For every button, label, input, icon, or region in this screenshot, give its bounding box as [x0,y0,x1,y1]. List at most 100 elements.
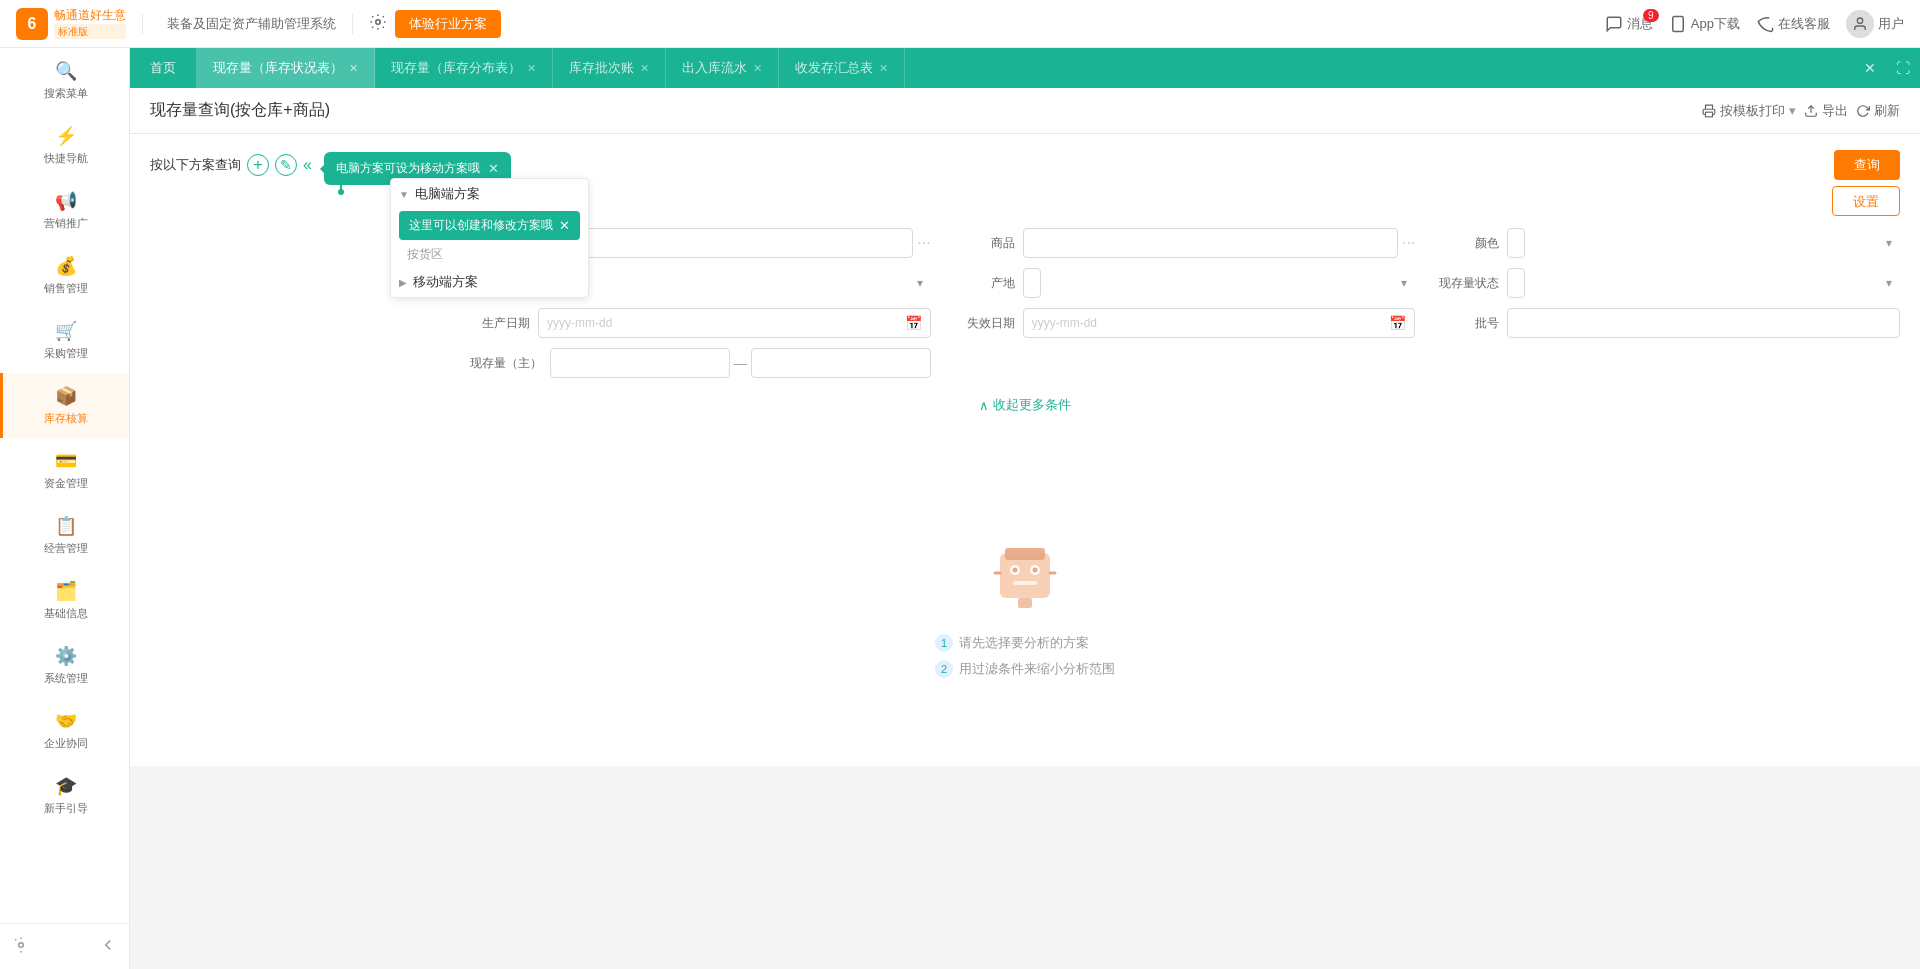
btn-query[interactable]: 查询 [1834,150,1900,180]
top-bar: 6 畅通道好生意 标准版 装备及固定资产辅助管理系统 体验行业方案 [0,0,1920,48]
tab-inventory-dist[interactable]: 现存量（库存分布表） ✕ [375,48,553,88]
query-actions: 查询 设置 [1832,150,1900,216]
sidebar-item-sales[interactable]: 💰销售管理 [0,243,129,308]
production-date-icon[interactable]: 📅 [905,315,922,331]
empty-icon [975,518,1075,618]
sidebar-item-nav[interactable]: ⚡快捷导航 [0,113,129,178]
purchase-icon: 🛒 [55,320,77,342]
sidebar-item-purchase[interactable]: 🛒采购管理 [0,308,129,373]
sidebar-item-label-system: 系统管理 [44,671,88,686]
filter-production-date: 生产日期 yyyy-mm-dd 📅 [470,308,931,338]
warehouse-dots[interactable]: ··· [917,234,930,252]
tab1-close[interactable]: ✕ [349,62,358,75]
sidebar-item-finance[interactable]: 💳资金管理 [0,438,129,503]
divider1 [142,14,143,34]
btn-refresh[interactable]: 刷新 [1856,102,1900,120]
tip2-text: 用过滤条件来缩小分析范围 [959,660,1115,678]
guide-icon: 🎓 [55,775,77,797]
tab-inventory-status[interactable]: 现存量（库存状况表） ✕ [197,48,375,88]
svg-rect-16 [1018,598,1032,608]
warehouse-input[interactable] [538,228,913,258]
tooltip1-close[interactable]: ✕ [488,161,499,176]
stock-main-from[interactable] [550,348,730,378]
tab-batch[interactable]: 库存批次账 ✕ [553,48,666,88]
filter-origin: 产地 [955,268,1416,298]
scheme-computer-item[interactable]: ▼ 电脑端方案 [391,179,588,209]
sidebar-item-label-enterprise: 企业协同 [44,736,88,751]
sidebar-item-label-inventory: 库存核算 [44,411,88,426]
sidebar-item-label-basics: 基础信息 [44,606,88,621]
btn-export[interactable]: 导出 [1804,102,1848,120]
stock-main-range: — [550,348,931,378]
logo-line1: 畅通道好生意 [54,8,126,24]
btn-reset[interactable]: 设置 [1832,186,1900,216]
svg-point-4 [19,943,24,948]
settings-icon-btn[interactable] [12,936,30,957]
tab-bar: 首页 现存量（库存状况表） ✕ 现存量（库存分布表） ✕ 库存批次账 ✕ 出入库… [130,48,1920,88]
stock-main-to[interactable] [751,348,931,378]
operations-icon: 📋 [55,515,77,537]
color-label: 颜色 [1439,235,1499,252]
tab3-close[interactable]: ✕ [640,62,649,75]
tooltip2-close[interactable]: ✕ [559,218,570,233]
tab-flow[interactable]: 出入库流水 ✕ [666,48,779,88]
tab-close-all[interactable]: ✕ [1854,60,1886,76]
sidebar-item-guide[interactable]: 🎓新手引导 [0,763,129,828]
stock-status-select[interactable] [1507,268,1525,298]
tab-home[interactable]: 首页 [130,48,197,88]
goods-input[interactable] [1023,228,1398,258]
scheme-mobile-item[interactable]: ▶ 移动端方案 [391,267,588,297]
batch-input[interactable] [1507,308,1900,338]
origin-select[interactable] [1023,268,1041,298]
filter-batch: 批号 [1439,308,1900,338]
online-service-btn[interactable]: 在线客服 [1756,15,1830,33]
sidebar-item-basics[interactable]: 🗂️ 基础信息 [0,568,129,633]
sidebar-item-marketing[interactable]: 📢营销推广 [0,178,129,243]
logo-icon: 6 [16,8,48,40]
tab-fullscreen[interactable]: ⛶ [1886,60,1920,76]
filter-label: 按以下方案查询 [150,156,241,174]
filter-goods: 商品 ··· [955,228,1416,258]
gear-icon-btn[interactable] [369,13,387,34]
origin-label: 产地 [955,275,1015,292]
add-scheme-btn[interactable]: + [247,154,269,176]
page-content: 现存量查询(按仓库+商品) 按模板打印 ▾ [130,88,1920,969]
tip1-item: 1 请先选择要分析的方案 [935,634,1115,652]
page-header: 现存量查询(按仓库+商品) 按模板打印 ▾ [130,88,1920,134]
message-icon-btn[interactable]: 消息 9 [1605,15,1653,33]
goods-dots[interactable]: ··· [1402,234,1415,252]
sidebar-item-enterprise[interactable]: 🤝企业协同 [0,698,129,763]
tab2-close[interactable]: ✕ [527,62,536,75]
user-area[interactable]: 用户 [1846,10,1904,38]
tab5-close[interactable]: ✕ [879,62,888,75]
tip2-item: 2 用过滤条件来缩小分析范围 [935,660,1115,678]
btn-collapse[interactable]: ∧ 收起更多条件 [979,396,1071,414]
expiry-date-input[interactable]: yyyy-mm-dd 📅 [1023,308,1416,338]
tab-summary[interactable]: 收发存汇总表 ✕ [779,48,905,88]
collapse-row: ∧ 收起更多条件 [150,388,1900,422]
sidebar-item-inventory[interactable]: 📦库存核算 [0,373,129,438]
app-download-label: App下载 [1691,15,1740,33]
production-date-input[interactable]: yyyy-mm-dd 📅 [538,308,931,338]
color-select[interactable] [1507,228,1525,258]
industry-btn[interactable]: 体验行业方案 [395,10,501,38]
collapse-sidebar-btn[interactable] [99,936,117,957]
back-arrow-btn[interactable]: « [303,156,312,174]
scheme-new-item[interactable]: 按货区 [399,242,588,267]
app-download-btn[interactable]: App下载 [1669,15,1740,33]
edit-scheme-btn[interactable]: ✎ [275,154,297,176]
sidebar-item-search[interactable]: 🔍搜索菜单 [0,48,129,113]
system-icon: ⚙️ [55,645,77,667]
expiry-date-icon[interactable]: 📅 [1389,315,1406,331]
sidebar-footer [0,923,129,969]
sidebar-item-operations[interactable]: 📋 经营管理 [0,503,129,568]
tab-end-btns: ✕ ⛶ [1854,48,1920,88]
tab4-close[interactable]: ✕ [753,62,762,75]
btn-template-print[interactable]: 按模板打印 ▾ [1702,102,1796,120]
basics-icon: 🗂️ [55,580,77,602]
sidebar-item-system[interactable]: ⚙️ 系统管理 [0,633,129,698]
sidebar-item-label-operations: 经营管理 [44,541,88,556]
expiry-date-label: 失效日期 [955,315,1015,332]
empty-state: 1 请先选择要分析的方案 2 用过滤条件来缩小分析范围 [130,438,1920,766]
filter-stock-main: 现存量（主） — [470,348,931,378]
